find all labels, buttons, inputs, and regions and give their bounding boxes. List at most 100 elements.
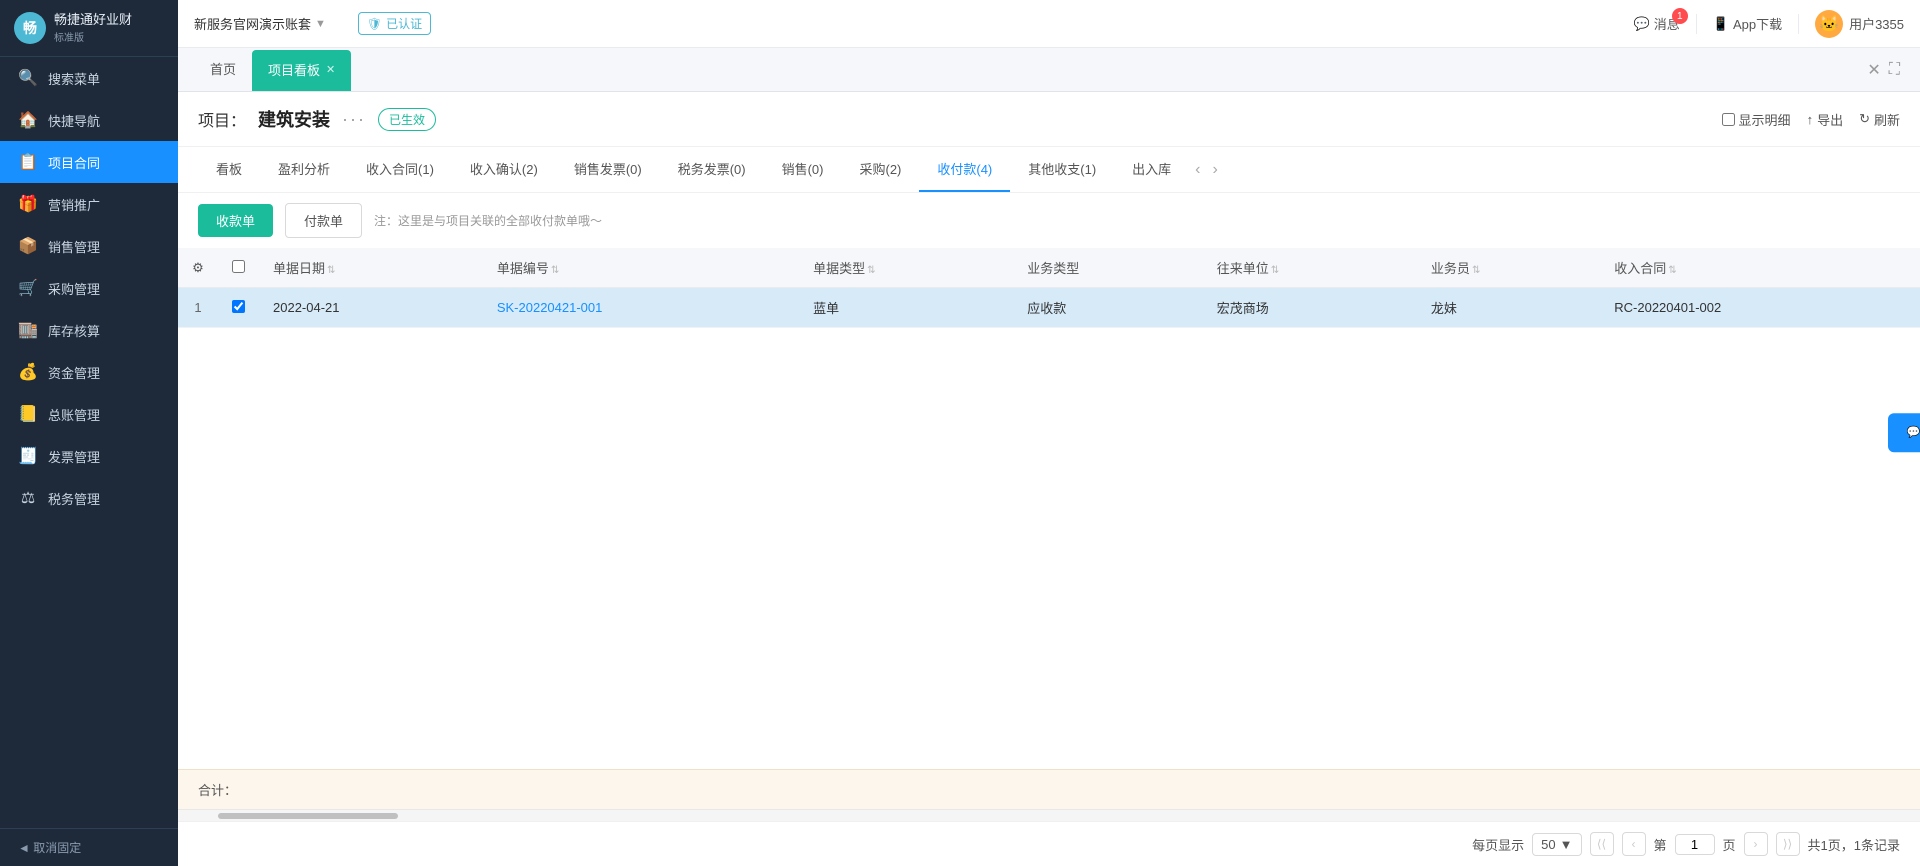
next-page-button[interactable]: › bbox=[1744, 832, 1768, 856]
per-page-chevron-icon: ▼ bbox=[1560, 837, 1573, 852]
sidebar-label-10: 税务管理 bbox=[48, 489, 100, 508]
sub-tab-10[interactable]: 出入库 bbox=[1114, 147, 1189, 192]
sidebar-item-0[interactable]: 🔍 搜索菜单 bbox=[0, 57, 178, 99]
sidebar-item-6[interactable]: 🏬 库存核算 bbox=[0, 309, 178, 351]
col-settings[interactable]: ⚙ bbox=[178, 248, 218, 288]
col-number[interactable]: 单据编号⇅ bbox=[483, 248, 799, 288]
table-row[interactable]: 1 2022-04-21 SK-20220421-001 蓝单 应收款 宏茂商场… bbox=[178, 288, 1920, 328]
tab-close-icon[interactable]: ✕ bbox=[326, 63, 335, 76]
sidebar-item-8[interactable]: 📒 总账管理 bbox=[0, 393, 178, 435]
feedback-button[interactable]: 💬 bbox=[1888, 413, 1920, 452]
demo-account-selector[interactable]: 新服务官网演示账套 ▼ bbox=[194, 14, 326, 33]
user-menu-button[interactable]: 🐱 用户3355 bbox=[1815, 10, 1904, 38]
maximize-window-button[interactable]: ⛶ bbox=[1885, 57, 1904, 83]
sub-tab-3[interactable]: 收入确认(2) bbox=[452, 147, 556, 192]
sub-tab-0[interactable]: 看板 bbox=[198, 147, 260, 192]
sidebar-label-4: 销售管理 bbox=[48, 237, 100, 256]
tab-home[interactable]: 首页 bbox=[194, 49, 252, 90]
page-number-input[interactable] bbox=[1675, 834, 1715, 855]
prev-page-button[interactable]: ‹ bbox=[1622, 832, 1646, 856]
per-page-label: 每页显示 bbox=[1472, 835, 1524, 854]
horizontal-scrollbar[interactable] bbox=[178, 809, 1920, 821]
show-detail-checkbox[interactable]: 显示明细 bbox=[1722, 110, 1791, 129]
last-page-button[interactable]: ⟩⟩ bbox=[1776, 832, 1800, 856]
app-download-button[interactable]: 📱 App下载 bbox=[1713, 14, 1782, 33]
project-more-button[interactable]: ··· bbox=[342, 109, 366, 130]
sidebar-icon-5: 🛒 bbox=[18, 278, 38, 298]
col-contract[interactable]: 收入合同⇅ bbox=[1600, 248, 1920, 288]
export-button[interactable]: ↑ 导出 bbox=[1807, 110, 1844, 129]
filter-row: 收款单 付款单 注：这里是与项目关联的全部收付款单哦～ bbox=[178, 193, 1920, 248]
refresh-button[interactable]: ↻ 刷新 bbox=[1859, 110, 1900, 129]
sub-tabs-next-arrow[interactable]: › bbox=[1207, 161, 1224, 179]
sub-tabs-prev-arrow[interactable]: ‹ bbox=[1189, 161, 1206, 179]
sub-tab-6[interactable]: 销售(0) bbox=[764, 147, 842, 192]
row-number-link[interactable]: SK-20220421-001 bbox=[497, 300, 603, 315]
sub-tab-9[interactable]: 其他收支(1) bbox=[1010, 147, 1114, 192]
row-biz-type: 应收款 bbox=[1013, 288, 1203, 328]
sidebar-icon-6: 🏬 bbox=[18, 320, 38, 340]
col-unit[interactable]: 往来单位⇅ bbox=[1203, 248, 1417, 288]
content-area: 项目： 建筑安装 ··· 已生效 显示明细 ↑ 导出 ↻ 刷新 bbox=[178, 92, 1920, 866]
sidebar-label-5: 采购管理 bbox=[48, 279, 100, 298]
tabbar: 首页 项目看板 ✕ ✕ ⛶ bbox=[178, 48, 1920, 92]
table-body: 1 2022-04-21 SK-20220421-001 蓝单 应收款 宏茂商场… bbox=[178, 288, 1920, 328]
sub-tab-1[interactable]: 盈利分析 bbox=[260, 147, 348, 192]
close-window-button[interactable]: ✕ bbox=[1863, 56, 1884, 84]
sidebar-label-1: 快捷导航 bbox=[48, 111, 100, 130]
sidebar-item-9[interactable]: 🧾 发票管理 bbox=[0, 435, 178, 477]
sidebar-item-4[interactable]: 📦 销售管理 bbox=[0, 225, 178, 267]
shoukuan-button[interactable]: 收款单 bbox=[198, 204, 273, 237]
select-all-checkbox[interactable] bbox=[232, 260, 245, 273]
sub-tab-7[interactable]: 采购(2) bbox=[841, 147, 919, 192]
sub-tab-4[interactable]: 销售发票(0) bbox=[556, 147, 660, 192]
row-contract: RC-20220401-002 bbox=[1600, 288, 1920, 328]
records-table: ⚙ 单据日期⇅ 单据编号⇅ 单据类型⇅ 业务类型 bbox=[178, 248, 1920, 328]
topbar-right: 💬 消息 1 📱 App下载 🐱 用户3355 bbox=[1634, 10, 1904, 38]
first-page-button[interactable]: ⟨⟨ bbox=[1590, 832, 1614, 856]
sidebar-label-8: 总账管理 bbox=[48, 405, 100, 424]
sidebar-item-10[interactable]: ⚖ 税务管理 bbox=[0, 477, 178, 519]
col-salesman[interactable]: 业务员⇅ bbox=[1417, 248, 1600, 288]
sidebar-label-6: 库存核算 bbox=[48, 321, 100, 340]
export-icon: ↑ bbox=[1807, 112, 1814, 127]
sub-tab-2[interactable]: 收入合同(1) bbox=[348, 147, 452, 192]
unpin-button[interactable]: ◄ 取消固定 bbox=[0, 828, 178, 866]
pagination: 每页显示 50 ▼ ⟨⟨ ‹ 第 页 › ⟩⟩ 共1页，1条记录 bbox=[178, 821, 1920, 866]
show-detail-input[interactable] bbox=[1722, 113, 1735, 126]
refresh-icon: ↻ bbox=[1859, 111, 1870, 127]
sort-number-icon: ⇅ bbox=[551, 265, 559, 276]
page-prefix: 第 bbox=[1654, 835, 1667, 854]
sidebar-item-3[interactable]: 🎁 营销推广 bbox=[0, 183, 178, 225]
row-checkbox-0[interactable] bbox=[232, 300, 245, 313]
sidebar-item-7[interactable]: 💰 资金管理 bbox=[0, 351, 178, 393]
tab-project-board[interactable]: 项目看板 ✕ bbox=[252, 50, 351, 91]
sub-tab-5[interactable]: 税务发票(0) bbox=[660, 147, 764, 192]
user-avatar: 🐱 bbox=[1815, 10, 1843, 38]
sub-tab-8[interactable]: 收付款(4) bbox=[919, 147, 1010, 192]
messages-button[interactable]: 💬 消息 1 bbox=[1634, 14, 1680, 33]
page-summary: 共1页，1条记录 bbox=[1808, 835, 1900, 854]
sidebar-item-1[interactable]: 🏠 快捷导航 bbox=[0, 99, 178, 141]
sidebar-label-9: 发票管理 bbox=[48, 447, 100, 466]
row-type: 蓝单 bbox=[799, 288, 1013, 328]
scrollbar-thumb[interactable] bbox=[218, 813, 398, 819]
project-title: 建筑安装 bbox=[258, 106, 330, 132]
per-page-value: 50 bbox=[1541, 837, 1555, 852]
user-name: 用户3355 bbox=[1849, 14, 1904, 33]
topbar-divider2 bbox=[1798, 14, 1799, 34]
sort-unit-icon: ⇅ bbox=[1271, 265, 1279, 276]
sidebar-icon-8: 📒 bbox=[18, 404, 38, 424]
project-header: 项目： 建筑安装 ··· 已生效 显示明细 ↑ 导出 ↻ 刷新 bbox=[178, 92, 1920, 147]
col-date[interactable]: 单据日期⇅ bbox=[259, 248, 483, 288]
fukuan-button[interactable]: 付款单 bbox=[285, 203, 362, 238]
sidebar-icon-9: 🧾 bbox=[18, 446, 38, 466]
per-page-select[interactable]: 50 ▼ bbox=[1532, 833, 1581, 856]
sidebar-item-5[interactable]: 🛒 采购管理 bbox=[0, 267, 178, 309]
sidebar-icon-3: 🎁 bbox=[18, 194, 38, 214]
col-type[interactable]: 单据类型⇅ bbox=[799, 248, 1013, 288]
sidebar-scroll: 🔍 搜索菜单🏠 快捷导航📋 项目合同🎁 营销推广📦 销售管理🛒 采购管理🏬 库存… bbox=[0, 57, 178, 828]
sidebar-item-2[interactable]: 📋 项目合同 bbox=[0, 141, 178, 183]
sidebar-icon-10: ⚖ bbox=[18, 488, 38, 508]
sidebar-icon-7: 💰 bbox=[18, 362, 38, 382]
